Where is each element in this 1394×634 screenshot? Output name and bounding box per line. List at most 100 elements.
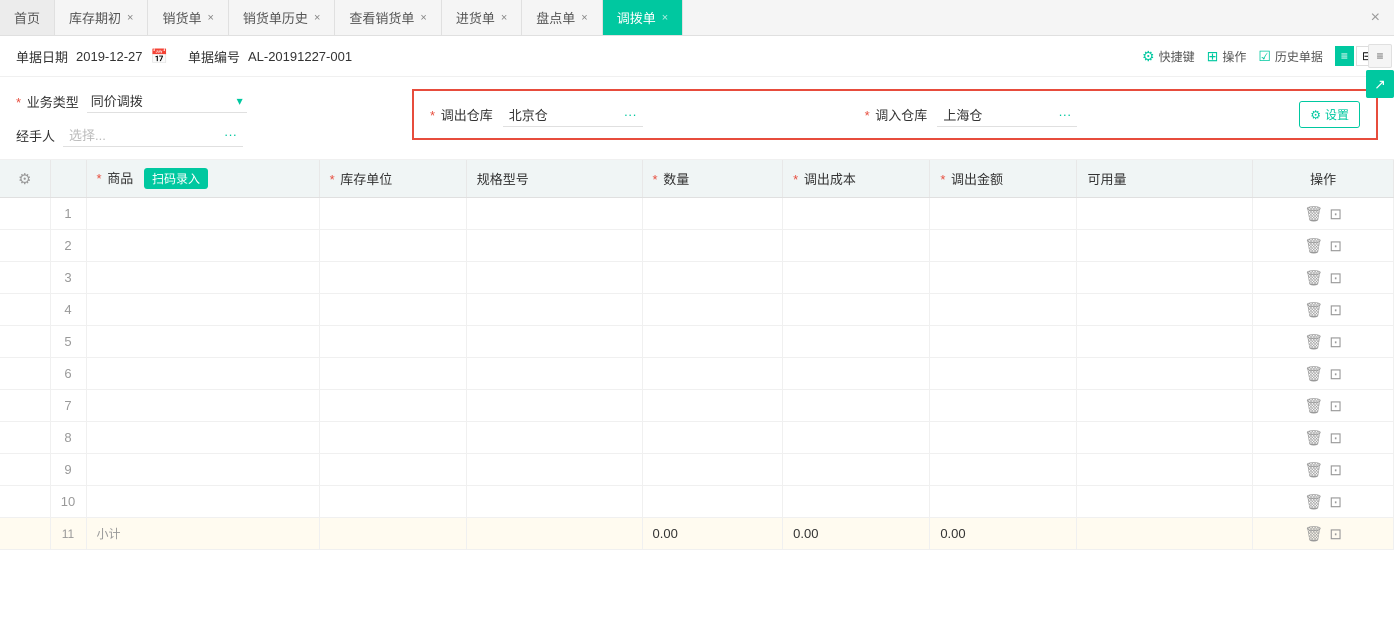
sidebar-list-button[interactable]: ≡	[1368, 44, 1392, 68]
calendar-icon[interactable]: 📅	[151, 48, 168, 65]
window-close-button[interactable]: ×	[1357, 0, 1394, 35]
row-amount-cell[interactable]	[930, 390, 1077, 422]
row-amount-cell[interactable]	[930, 454, 1077, 486]
row-unit-cell[interactable]	[319, 326, 466, 358]
row-copy-icon[interactable]: ⊡	[1329, 301, 1342, 319]
tab-transfer-order[interactable]: 调拨单 ×	[603, 0, 683, 35]
row-spec-cell[interactable]	[466, 294, 642, 326]
row-product-cell[interactable]	[86, 390, 319, 422]
row-copy-icon[interactable]: ⊡	[1329, 493, 1342, 511]
row-amount-cell[interactable]	[930, 486, 1077, 518]
row-qty-cell[interactable]	[642, 390, 783, 422]
operations-button[interactable]: ⊞ 操作	[1207, 48, 1247, 65]
transfer-out-warehouse[interactable]: 北京仓 ···	[503, 103, 643, 127]
layout-list-button[interactable]: ≡	[1335, 46, 1354, 66]
tab-home[interactable]: 首页	[0, 0, 55, 35]
transfer-in-more-icon[interactable]: ···	[1058, 107, 1071, 122]
row-qty-cell[interactable]	[642, 326, 783, 358]
row-cost-cell[interactable]	[783, 486, 930, 518]
tab-inventory-check-close[interactable]: ×	[581, 12, 587, 24]
row-delete-icon[interactable]: 🗑	[1304, 237, 1323, 255]
row-product-cell[interactable]	[86, 262, 319, 294]
subtotal-delete-icon[interactable]: 🗑	[1304, 525, 1323, 543]
row-qty-cell[interactable]	[642, 294, 783, 326]
row-qty-cell[interactable]	[642, 198, 783, 230]
sidebar-export-button[interactable]: ↗	[1366, 70, 1394, 98]
row-product-cell[interactable]	[86, 358, 319, 390]
tab-inventory-init-close[interactable]: ×	[127, 12, 133, 24]
row-unit-cell[interactable]	[319, 230, 466, 262]
row-copy-icon[interactable]: ⊡	[1329, 333, 1342, 351]
tab-sales-history[interactable]: 销货单历史 ×	[229, 0, 335, 35]
tab-view-sales[interactable]: 查看销货单 ×	[335, 0, 441, 35]
row-amount-cell[interactable]	[930, 294, 1077, 326]
tab-transfer-order-close[interactable]: ×	[662, 12, 668, 24]
person-select[interactable]: 选择... ···	[63, 123, 243, 147]
tab-sales-order-close[interactable]: ×	[207, 12, 213, 24]
row-product-cell[interactable]	[86, 294, 319, 326]
row-spec-cell[interactable]	[466, 198, 642, 230]
row-cost-cell[interactable]	[783, 422, 930, 454]
transfer-in-warehouse[interactable]: 上海仓 ···	[937, 103, 1077, 127]
row-cost-cell[interactable]	[783, 294, 930, 326]
row-spec-cell[interactable]	[466, 422, 642, 454]
row-delete-icon[interactable]: 🗑	[1304, 301, 1323, 319]
row-spec-cell[interactable]	[466, 486, 642, 518]
row-spec-cell[interactable]	[466, 358, 642, 390]
history-button[interactable]: ☑ 历史单据	[1258, 48, 1323, 65]
row-spec-cell[interactable]	[466, 454, 642, 486]
row-cost-cell[interactable]	[783, 262, 930, 294]
row-copy-icon[interactable]: ⊡	[1329, 429, 1342, 447]
row-cost-cell[interactable]	[783, 326, 930, 358]
row-copy-icon[interactable]: ⊡	[1329, 397, 1342, 415]
row-unit-cell[interactable]	[319, 294, 466, 326]
transfer-out-more-icon[interactable]: ···	[624, 107, 637, 122]
row-delete-icon[interactable]: 🗑	[1304, 461, 1323, 479]
row-qty-cell[interactable]	[642, 486, 783, 518]
row-cost-cell[interactable]	[783, 230, 930, 262]
row-amount-cell[interactable]	[930, 198, 1077, 230]
row-copy-icon[interactable]: ⊡	[1329, 237, 1342, 255]
row-product-cell[interactable]	[86, 230, 319, 262]
row-unit-cell[interactable]	[319, 390, 466, 422]
row-amount-cell[interactable]	[930, 422, 1077, 454]
row-qty-cell[interactable]	[642, 422, 783, 454]
row-delete-icon[interactable]: 🗑	[1304, 269, 1323, 287]
tab-sales-order[interactable]: 销货单 ×	[148, 0, 228, 35]
row-amount-cell[interactable]	[930, 358, 1077, 390]
tab-view-sales-close[interactable]: ×	[420, 12, 426, 24]
row-delete-icon[interactable]: 🗑	[1304, 333, 1323, 351]
row-unit-cell[interactable]	[319, 486, 466, 518]
tab-inventory-check[interactable]: 盘点单 ×	[522, 0, 602, 35]
row-qty-cell[interactable]	[642, 454, 783, 486]
row-qty-cell[interactable]	[642, 262, 783, 294]
row-unit-cell[interactable]	[319, 454, 466, 486]
row-product-cell[interactable]	[86, 454, 319, 486]
row-unit-cell[interactable]	[319, 358, 466, 390]
row-product-cell[interactable]	[86, 198, 319, 230]
row-cost-cell[interactable]	[783, 454, 930, 486]
row-cost-cell[interactable]	[783, 358, 930, 390]
row-qty-cell[interactable]	[642, 358, 783, 390]
row-amount-cell[interactable]	[930, 230, 1077, 262]
row-unit-cell[interactable]	[319, 422, 466, 454]
row-product-cell[interactable]	[86, 486, 319, 518]
row-cost-cell[interactable]	[783, 198, 930, 230]
row-delete-icon[interactable]: 🗑	[1304, 365, 1323, 383]
tab-purchase-order[interactable]: 进货单 ×	[442, 0, 522, 35]
row-amount-cell[interactable]	[930, 326, 1077, 358]
row-delete-icon[interactable]: 🗑	[1304, 205, 1323, 223]
row-delete-icon[interactable]: 🗑	[1304, 493, 1323, 511]
row-delete-icon[interactable]: 🗑	[1304, 429, 1323, 447]
row-qty-cell[interactable]	[642, 230, 783, 262]
scan-entry-button[interactable]: 扫码录入	[144, 168, 208, 189]
person-more-icon[interactable]: ···	[224, 127, 237, 142]
tab-inventory-init[interactable]: 库存期初 ×	[55, 0, 148, 35]
row-amount-cell[interactable]	[930, 262, 1077, 294]
row-copy-icon[interactable]: ⊡	[1329, 461, 1342, 479]
row-copy-icon[interactable]: ⊡	[1329, 365, 1342, 383]
row-spec-cell[interactable]	[466, 262, 642, 294]
tab-purchase-order-close[interactable]: ×	[501, 12, 507, 24]
row-spec-cell[interactable]	[466, 390, 642, 422]
table-settings-icon[interactable]: ⚙	[18, 171, 31, 188]
